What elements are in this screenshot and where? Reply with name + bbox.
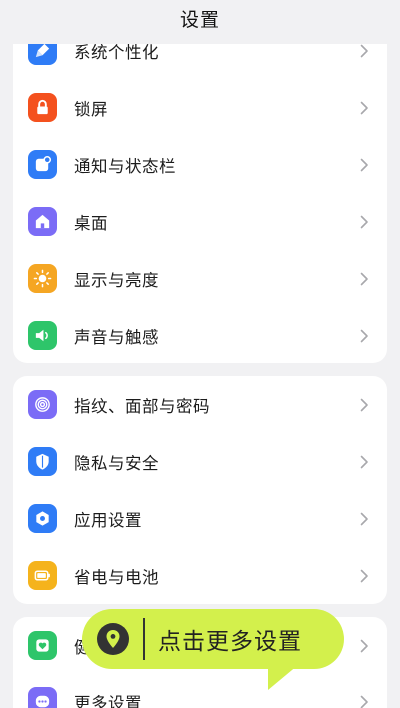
settings-item-fingerprint-face-password[interactable]: 指纹、面部与密码	[13, 376, 387, 433]
chevron-right-icon	[357, 398, 371, 412]
tooltip-text: 点击更多设置	[158, 629, 302, 655]
chevron-right-icon	[357, 329, 371, 343]
settings-item-privacy-security[interactable]: 隐私与安全	[13, 433, 387, 490]
settings-item-label: 应用设置	[74, 510, 142, 530]
settings-screen: 设置 系统个性化 锁屏 通知与状态栏 桌面 显示与亮度 声音与触感 指纹、面部与…	[0, 0, 400, 708]
speaker-icon	[28, 321, 57, 350]
chevron-right-icon	[357, 569, 371, 583]
sun-icon	[28, 264, 57, 293]
settings-item-sound-haptics[interactable]: 声音与触感	[13, 307, 387, 363]
settings-item-more-settings[interactable]: 更多设置	[13, 673, 387, 708]
settings-item-lock-screen[interactable]: 锁屏	[13, 79, 387, 136]
settings-item-label: 隐私与安全	[74, 453, 159, 473]
settings-item-app-settings[interactable]: 应用设置	[13, 490, 387, 547]
settings-group-personalization: 系统个性化 锁屏 通知与状态栏 桌面 显示与亮度 声音与触感	[13, 20, 387, 363]
home-icon	[28, 207, 57, 236]
settings-item-label: 锁屏	[74, 99, 108, 119]
header: 设置	[0, 0, 400, 44]
chevron-right-icon	[357, 512, 371, 526]
settings-item-label: 更多设置	[74, 693, 142, 708]
chevron-right-icon	[357, 215, 371, 229]
location-pin-icon	[97, 623, 129, 655]
page-title: 设置	[179, 9, 220, 31]
notification-icon	[28, 150, 57, 179]
tooltip-bubble: 点击更多设置	[82, 609, 344, 669]
app-settings-icon	[28, 504, 57, 533]
chevron-right-icon	[357, 639, 371, 653]
settings-item-power-battery[interactable]: 省电与电池	[13, 547, 387, 604]
settings-item-label: 通知与状态栏	[74, 156, 176, 176]
settings-item-desktop[interactable]: 桌面	[13, 193, 387, 250]
lock-icon	[28, 93, 57, 122]
settings-item-label: 省电与电池	[74, 567, 159, 587]
chevron-right-icon	[357, 455, 371, 469]
health-icon	[28, 631, 57, 660]
tooltip-divider	[143, 618, 145, 660]
chevron-right-icon	[357, 272, 371, 286]
more-icon	[28, 687, 57, 708]
settings-item-label: 显示与亮度	[74, 270, 159, 290]
chevron-right-icon	[357, 44, 371, 58]
chevron-right-icon	[357, 101, 371, 115]
shield-icon	[28, 447, 57, 476]
settings-item-label: 指纹、面部与密码	[74, 396, 210, 416]
battery-icon	[28, 561, 57, 590]
settings-item-notifications[interactable]: 通知与状态栏	[13, 136, 387, 193]
chevron-right-icon	[357, 695, 371, 708]
settings-group-security: 指纹、面部与密码 隐私与安全 应用设置 省电与电池	[13, 376, 387, 604]
settings-item-display-brightness[interactable]: 显示与亮度	[13, 250, 387, 307]
fingerprint-icon	[28, 390, 57, 419]
settings-item-label: 声音与触感	[74, 327, 159, 347]
chevron-right-icon	[357, 158, 371, 172]
settings-item-label: 桌面	[74, 213, 108, 233]
